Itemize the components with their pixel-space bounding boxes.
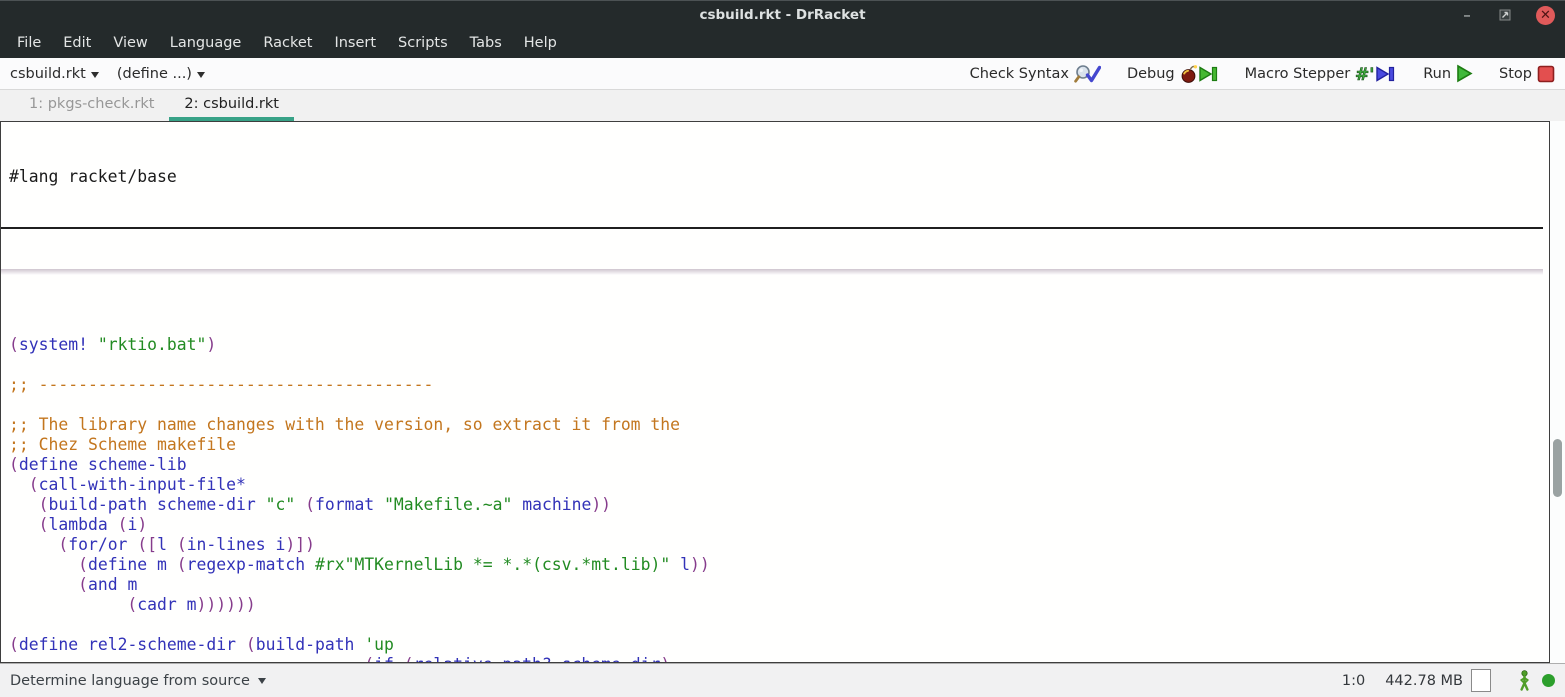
macro-stepper-button[interactable]: Macro Stepper #' [1245, 64, 1398, 84]
code-line [9, 315, 1549, 335]
gc-indicator[interactable] [1471, 669, 1491, 692]
macro-stepper-glyph: #' [1355, 65, 1374, 84]
menu-bar: FileEditViewLanguageRacketInsertScriptsT… [0, 28, 1565, 58]
close-icon: ✕ [1540, 8, 1551, 23]
window-controls: – ✕ [1460, 1, 1555, 29]
menu-file[interactable]: File [6, 30, 52, 56]
window-title: csbuild.rkt - DrRacket [0, 7, 1565, 23]
run-label: Run [1423, 66, 1451, 82]
code-line: (lambda (i) [9, 515, 1549, 535]
code-line: (build-path scheme-dir "c" (format "Make… [9, 495, 1549, 515]
scrollbar-thumb[interactable] [1553, 439, 1562, 497]
status-right: 1:0 442.78 MB [1342, 669, 1555, 692]
code-line: (and m [9, 575, 1549, 595]
check-syntax-icon [1074, 64, 1101, 84]
editor-row: #lang racket/base (system! "rktio.bat") … [0, 121, 1565, 663]
status-bar: Determine language from source 1:0 442.7… [0, 663, 1565, 697]
macro-stepper-label: Macro Stepper [1245, 66, 1351, 82]
cursor-position: 1:0 [1342, 673, 1365, 689]
menu-help[interactable]: Help [513, 30, 568, 56]
stop-icon [1537, 65, 1555, 83]
check-syntax-button[interactable]: Check Syntax [970, 64, 1101, 84]
toolbar: csbuild.rkt (define ...) Check Syntax De… [0, 58, 1565, 90]
macro-stepper-icon: #' [1355, 64, 1397, 84]
vertical-scrollbar[interactable] [1550, 121, 1565, 663]
check-syntax-label: Check Syntax [970, 66, 1069, 82]
code-line: (system! "rktio.bat") [9, 335, 1549, 355]
code-line: ;; Chez Scheme makefile [9, 435, 1549, 455]
menu-tabs[interactable]: Tabs [459, 30, 513, 56]
code-line: (define rel2-scheme-dir (build-path 'up [9, 635, 1549, 655]
code-line: ;; -------------------------------------… [9, 375, 1549, 395]
run-icon [1456, 64, 1473, 83]
define-nav-dropdown[interactable]: (define ...) [117, 66, 205, 82]
maximize-icon[interactable] [1498, 8, 1512, 22]
code-line: (define scheme-lib [9, 455, 1549, 475]
define-nav-label: (define ...) [117, 66, 192, 82]
menu-racket[interactable]: Racket [252, 30, 323, 56]
toolbar-right: Check Syntax Debug Macro Stepper #' [970, 64, 1555, 84]
language-selector-label: Determine language from source [10, 673, 250, 689]
running-man-icon [1517, 670, 1532, 691]
menu-insert[interactable]: Insert [323, 30, 387, 56]
definitions-editor[interactable]: #lang racket/base (system! "rktio.bat") … [0, 121, 1550, 663]
lang-line-separator [1, 227, 1543, 229]
debug-bomb-step-icon [1180, 64, 1219, 84]
menu-language[interactable]: Language [159, 30, 253, 56]
filename-dropdown-label: csbuild.rkt [10, 66, 86, 82]
stop-button[interactable]: Stop [1499, 65, 1555, 83]
debug-label: Debug [1127, 66, 1175, 82]
menu-view[interactable]: View [102, 30, 158, 56]
pinned-lang-line: #lang racket/base [9, 167, 1549, 187]
code-line: (if (relative-path? scheme-dir) [9, 655, 1549, 663]
title-bar: csbuild.rkt - DrRacket – ✕ [0, 0, 1565, 28]
menu-scripts[interactable]: Scripts [387, 30, 459, 56]
debug-button[interactable]: Debug [1127, 64, 1219, 84]
code-line: ;; The library name changes with the ver… [9, 415, 1549, 435]
code-line: (define m (regexp-match #rx"MTKernelLib … [9, 555, 1549, 575]
code-line: #lang racket/base [9, 167, 1549, 187]
chevron-down-icon [258, 678, 266, 684]
tab-2-csbuild.rkt[interactable]: 2: csbuild.rkt [169, 90, 294, 121]
run-button[interactable]: Run [1423, 64, 1473, 83]
tab-bar: 1: pkgs-check.rkt2: csbuild.rkt [0, 90, 1565, 121]
filename-dropdown[interactable]: csbuild.rkt [10, 66, 99, 82]
code-line: (call-with-input-file* [9, 475, 1549, 495]
minimize-button[interactable]: – [1460, 10, 1474, 20]
code-line [9, 395, 1549, 415]
stop-label: Stop [1499, 66, 1532, 82]
tab-1-pkgs-check.rkt[interactable]: 1: pkgs-check.rkt [14, 90, 169, 121]
toolbar-left: csbuild.rkt (define ...) [10, 66, 205, 82]
memory-usage: 442.78 MB [1385, 673, 1463, 689]
code-line [9, 355, 1549, 375]
code-line: (cadr m)))))) [9, 595, 1549, 615]
chevron-down-icon [91, 72, 99, 78]
code-body: (system! "rktio.bat") ;; ---------------… [9, 315, 1549, 663]
evaluation-status-dot [1542, 674, 1555, 687]
code-line [9, 615, 1549, 635]
chevron-down-icon [197, 72, 205, 78]
menu-edit[interactable]: Edit [52, 30, 102, 56]
lang-line-shadow [1, 269, 1543, 275]
language-selector[interactable]: Determine language from source [10, 673, 266, 689]
code-line: (for/or ([l (in-lines i)]) [9, 535, 1549, 555]
close-button[interactable]: ✕ [1536, 6, 1555, 25]
